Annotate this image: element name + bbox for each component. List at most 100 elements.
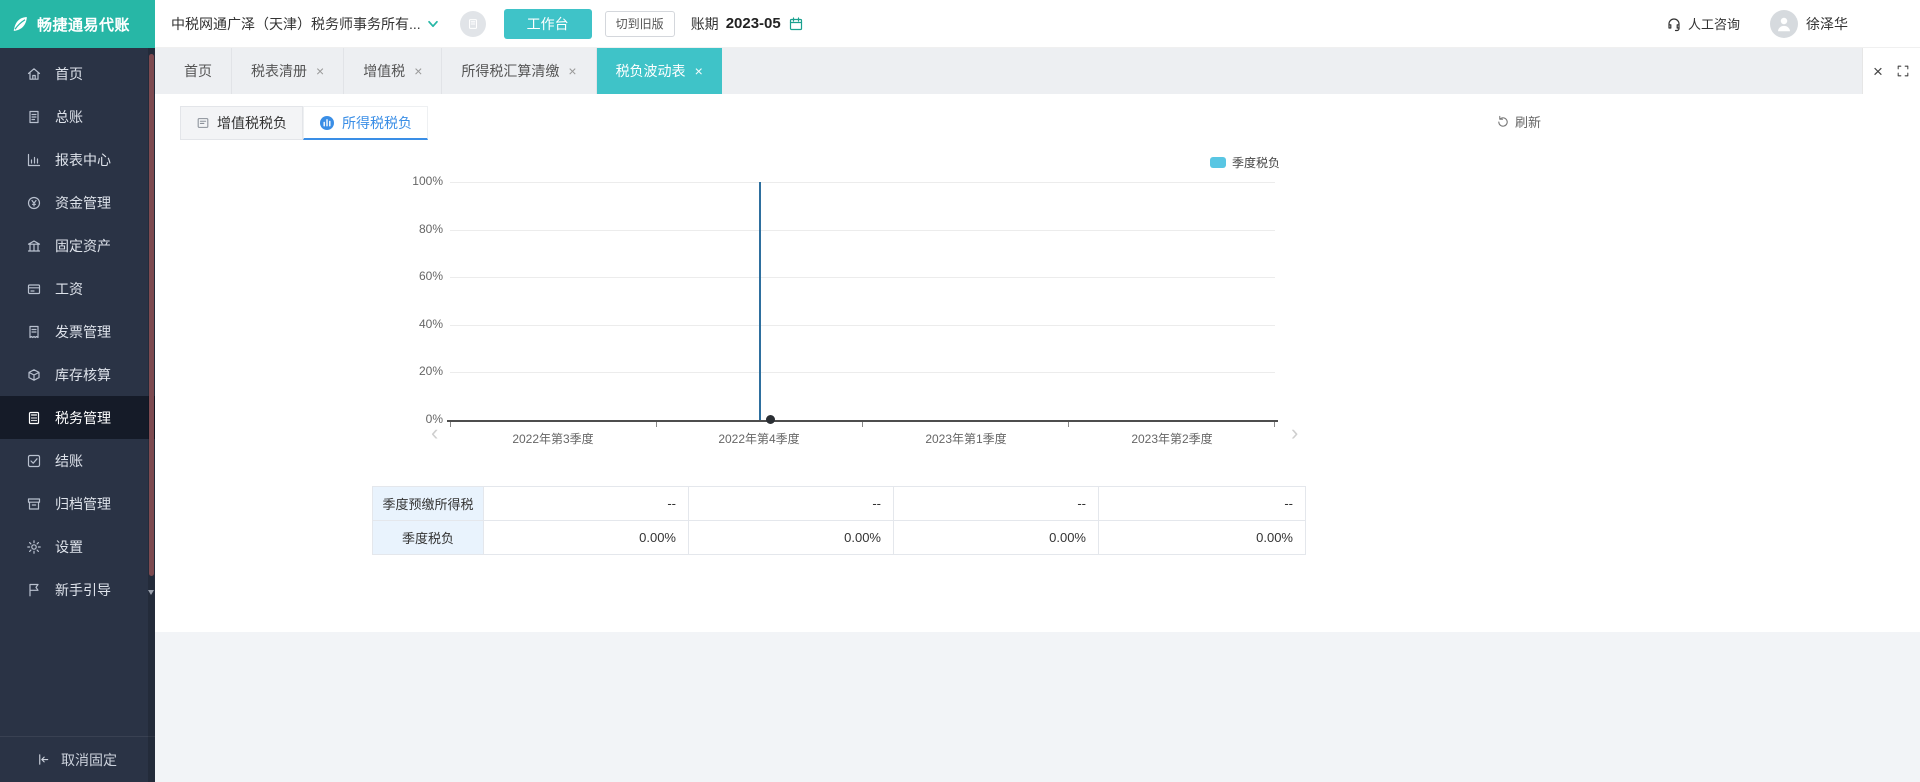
subtab-vat-burden[interactable]: 增值税税负 bbox=[180, 106, 303, 140]
home-icon bbox=[27, 67, 41, 80]
sidebar-item-label: 税务管理 bbox=[55, 409, 111, 426]
support-button[interactable]: 人工咨询 bbox=[1666, 14, 1740, 33]
tab-label: 首页 bbox=[184, 63, 212, 79]
sidebar-item-archive[interactable]: 归档管理 bbox=[0, 482, 155, 525]
subtab-income-tax-burden[interactable]: 所得税税负 bbox=[303, 106, 428, 140]
company-dropdown-chevron-icon[interactable] bbox=[426, 17, 440, 31]
sidebar-item-label: 设置 bbox=[55, 538, 83, 555]
sidebar-item-reports[interactable]: 报表中心 bbox=[0, 138, 155, 181]
tab-label: 税负波动表 bbox=[615, 63, 686, 79]
sidebar-item-label: 归档管理 bbox=[55, 495, 111, 512]
gridline bbox=[450, 372, 1275, 373]
x-category-label: 2022年第3季度 bbox=[512, 432, 594, 446]
sidebar-scrollbar[interactable] bbox=[148, 48, 155, 782]
sidebar-item-home[interactable]: 首页 bbox=[0, 52, 155, 95]
sidebar-item-label: 新手引导 bbox=[55, 581, 111, 598]
sidebar-item-label: 首页 bbox=[55, 65, 83, 82]
axis-marker-dot[interactable] bbox=[766, 415, 775, 424]
subtab-label: 所得税税负 bbox=[342, 114, 412, 131]
sidebar-item-label: 结账 bbox=[55, 452, 83, 469]
tab-close-icon[interactable]: × bbox=[568, 64, 576, 78]
sidebar-item-label: 固定资产 bbox=[55, 237, 111, 254]
tab-tax-fluctuation[interactable]: 税负波动表 × bbox=[596, 48, 722, 94]
vat-report-icon bbox=[197, 118, 209, 128]
report-icon bbox=[27, 153, 41, 166]
y-tick-label: 20% bbox=[418, 364, 443, 378]
username[interactable]: 徐泽华 bbox=[1806, 14, 1848, 34]
tax-icon bbox=[28, 411, 40, 424]
close-all-tabs-icon[interactable]: × bbox=[1873, 63, 1883, 80]
brand-logo[interactable]: 畅捷通易代账 bbox=[0, 0, 155, 48]
table-row-label: 季度税负 bbox=[373, 521, 484, 555]
sidebar-item-funds[interactable]: 资金管理 bbox=[0, 181, 155, 224]
tab-income-tax-settlement[interactable]: 所得税汇算清缴 × bbox=[442, 48, 597, 94]
sidebar-item-tax[interactable]: 税务管理 bbox=[0, 396, 155, 439]
sidebar-item-guide[interactable]: 新手引导 bbox=[0, 568, 155, 611]
calendar-icon[interactable] bbox=[788, 16, 804, 32]
workbench-badge[interactable] bbox=[459, 10, 486, 37]
y-tick-label: 60% bbox=[418, 269, 443, 283]
archive-icon bbox=[27, 497, 41, 510]
x-category-label: 2023年第2季度 bbox=[1131, 432, 1213, 446]
sidebar-item-label: 总账 bbox=[55, 108, 83, 125]
tab-close-icon[interactable]: × bbox=[316, 64, 324, 78]
sidebar: 畅捷通易代账 首页 总账 报表中心 资金管理 固定资产 工资 发票管理 库存核算… bbox=[0, 0, 155, 782]
period-value[interactable]: 2023-05 bbox=[726, 15, 781, 32]
chart-scroll-right-icon[interactable]: › bbox=[1291, 422, 1298, 444]
sidebar-item-inventory[interactable]: 库存核算 bbox=[0, 353, 155, 396]
table-cell: -- bbox=[484, 487, 689, 521]
gridline bbox=[450, 182, 1275, 183]
sidebar-item-settings[interactable]: 设置 bbox=[0, 525, 155, 568]
settings-gear-icon bbox=[27, 539, 41, 554]
legend-swatch bbox=[1210, 157, 1226, 168]
chart-scroll-left-icon[interactable]: ‹ bbox=[431, 422, 438, 444]
refresh-icon bbox=[1498, 115, 1508, 127]
inventory-icon bbox=[28, 368, 40, 381]
sidebar-item-label: 库存核算 bbox=[55, 366, 111, 383]
y-tick-label: 80% bbox=[418, 222, 443, 236]
invoice-icon bbox=[29, 325, 39, 338]
x-category-label: 2022年第4季度 bbox=[718, 432, 800, 446]
sidebar-item-invoice[interactable]: 发票管理 bbox=[0, 310, 155, 353]
table-cell: -- bbox=[1099, 487, 1306, 521]
sidebar-item-ledger[interactable]: 总账 bbox=[0, 95, 155, 138]
sidebar-item-label: 工资 bbox=[55, 280, 83, 297]
company-selector[interactable]: 中税网通广泽（天津）税务师事务所有... bbox=[171, 14, 421, 34]
document-badge-icon bbox=[468, 18, 477, 29]
workbench-button[interactable]: 工作台 bbox=[503, 8, 592, 39]
sidebar-item-label: 发票管理 bbox=[55, 323, 111, 340]
subtab-label: 增值税税负 bbox=[217, 115, 287, 131]
scrollbar-thumb[interactable] bbox=[149, 54, 154, 576]
refresh-label: 刷新 bbox=[1515, 115, 1542, 130]
tab-close-icon[interactable]: × bbox=[414, 64, 422, 78]
tab-home[interactable]: 首页 bbox=[165, 48, 232, 94]
tab-tax-register[interactable]: 税表清册 × bbox=[232, 48, 345, 94]
table-cell: 0.00% bbox=[1099, 521, 1306, 555]
avatar[interactable] bbox=[1770, 9, 1798, 38]
tabbar-corner: × bbox=[1862, 48, 1920, 94]
unpin-icon bbox=[39, 754, 49, 765]
switch-old-version-button[interactable]: 切到旧版 bbox=[604, 10, 675, 37]
y-tick-label: 40% bbox=[418, 317, 443, 331]
table-row-label: 季度预缴所得税 bbox=[373, 487, 484, 521]
funds-icon bbox=[27, 196, 41, 209]
tab-vat[interactable]: 增值税 × bbox=[344, 48, 443, 94]
scrollbar-down-arrow-icon[interactable] bbox=[148, 590, 154, 595]
main-panel: 增值税税负 所得税税负 刷新 季度税负 100% 80% 60% 40% 20%… bbox=[155, 94, 1920, 632]
tab-close-icon[interactable]: × bbox=[695, 64, 703, 78]
tab-label: 所得税汇算清缴 bbox=[461, 63, 560, 79]
sidebar-item-closing[interactable]: 结账 bbox=[0, 439, 155, 482]
table-cell: -- bbox=[894, 487, 1099, 521]
headset-icon bbox=[1668, 17, 1680, 31]
sidebar-item-fixed-assets[interactable]: 固定资产 bbox=[0, 224, 155, 267]
chart-legend[interactable]: 季度税负 bbox=[1210, 154, 1280, 171]
sidebar-menu: 首页 总账 报表中心 资金管理 固定资产 工资 发票管理 库存核算 税务管理 结… bbox=[0, 48, 155, 611]
sidebar-item-salary[interactable]: 工资 bbox=[0, 267, 155, 310]
refresh-button[interactable]: 刷新 bbox=[1496, 112, 1541, 131]
x-axis-tick bbox=[656, 422, 657, 427]
period-label: 账期 bbox=[690, 15, 719, 32]
salary-icon bbox=[27, 283, 41, 294]
unpin-button[interactable]: 取消固定 bbox=[0, 736, 155, 782]
fullscreen-icon[interactable] bbox=[1896, 64, 1910, 78]
sidebar-item-label: 资金管理 bbox=[55, 194, 111, 211]
